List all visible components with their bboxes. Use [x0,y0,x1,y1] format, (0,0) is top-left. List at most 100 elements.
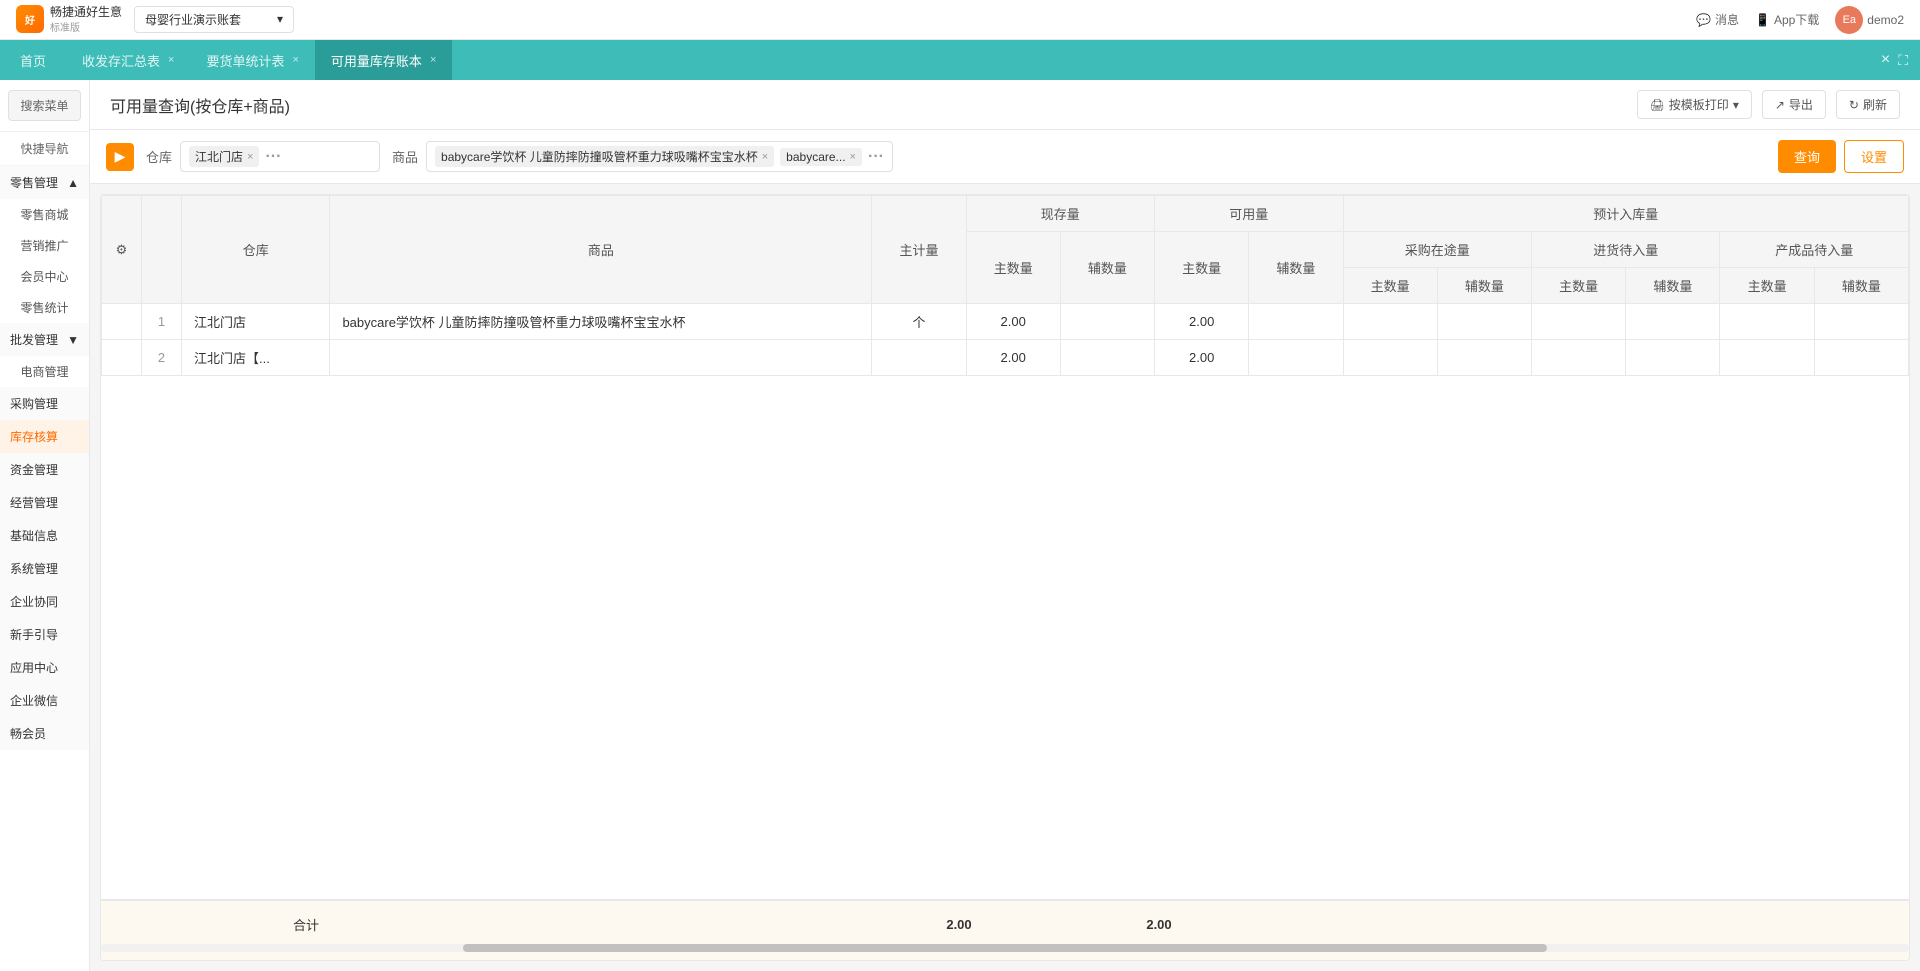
warehouse-input[interactable]: 江北门店 × ··· [180,141,380,172]
th-purchase-in-transit: 采购在途量 [1343,232,1531,268]
cell-gear [102,304,142,340]
filter-bar: ▶ 仓库 江北门店 × ··· 商品 babycare学饮杯 儿童防摔防撞吸管杯… [90,130,1920,184]
product-tag-value: babycare学饮杯 儿童防摔防撞吸管杯重力球吸嘴杯宝宝水杯 [441,148,758,165]
cell-production-aux [1814,304,1908,340]
footer-label: 合计 [281,909,829,940]
sidebar-item-appstore-label: 应用中心 [10,659,58,676]
user-area[interactable]: Ea demo2 [1835,6,1904,34]
sidebar-item-operations[interactable]: 经营管理 [0,486,89,519]
search-menu-btn[interactable]: 搜索菜单 [8,90,81,121]
tenant-select[interactable]: 母婴行业演示账套 ▾ [134,6,294,33]
app-download-btn[interactable]: 📱 App下载 [1755,11,1819,28]
sidebar-item-retail-shop[interactable]: 零售商城 [0,199,89,230]
settings-btn[interactable]: 设置 [1844,140,1904,173]
cell-avail-aux [1249,304,1343,340]
th-incoming-aux: 辅数量 [1626,268,1720,304]
th-current-stock: 现存量 [966,196,1154,232]
sidebar-item-purchase[interactable]: 采购管理 [0,387,89,420]
cell-product: babycare学饮杯 儿童防摔防撞吸管杯重力球吸嘴杯宝宝水杯 [330,304,872,340]
product-filter-group: 商品 babycare学饮杯 儿童防摔防撞吸管杯重力球吸嘴杯宝宝水杯 × bab… [392,141,893,172]
sidebar-item-basic[interactable]: 基础信息 [0,519,89,552]
tab-available-stock-close[interactable]: × [430,54,436,66]
sidebar-item-guide[interactable]: 新手引导 [0,618,89,651]
cell-production-aux [1814,340,1908,376]
avatar: Ea [1835,6,1863,34]
cell-gear [102,340,142,376]
sidebar-item-retail[interactable]: 零售管理 ▲ [0,166,89,199]
th-production-aux: 辅数量 [1814,268,1908,304]
th-avail-main: 主数量 [1155,232,1249,304]
export-btn[interactable]: ↗ 导出 [1762,90,1826,119]
sidebar-item-quick-nav[interactable]: 快捷导航 [0,132,89,166]
sidebar-item-enterprise[interactable]: 企业协同 [0,585,89,618]
tab-order-stats-label: 要货单统计表 [206,51,284,70]
sidebar-item-appstore[interactable]: 应用中心 [0,651,89,684]
sidebar-item-purchase-label: 采购管理 [10,395,58,412]
warehouse-more-btn[interactable]: ··· [265,148,281,166]
chevron-down-icon: ▾ [277,12,283,26]
th-production-pending: 产成品待入量 [1720,232,1909,268]
sidebar-item-member-center[interactable]: 会员中心 [0,261,89,292]
message-btn[interactable]: 💬 消息 [1696,11,1739,28]
warehouse-tag-remove[interactable]: × [247,151,253,163]
table-row: 1 江北门店 babycare学饮杯 儿童防摔防撞吸管杯重力球吸嘴杯宝宝水杯 个… [102,304,1909,340]
refresh-icon: ↻ [1849,98,1859,112]
th-stock-main: 主数量 [966,232,1060,304]
tab-order-stats-close[interactable]: × [292,54,298,66]
sidebar-item-retail-label: 零售管理 [10,174,58,191]
tab-home-label: 首页 [20,51,46,70]
th-row-num [142,196,182,304]
fullscreen-btn[interactable]: ⛶ [1898,52,1908,69]
filter-toggle-btn[interactable]: ▶ [106,143,134,171]
nav-tabs: 首页 收发存汇总表 × 要货单统计表 × 可用量库存账本 × × ⛶ [0,40,1920,80]
cell-avail-aux [1249,340,1343,376]
product-tag: babycare学饮杯 儿童防摔防撞吸管杯重力球吸嘴杯宝宝水杯 × [435,146,774,167]
query-btn[interactable]: 查询 [1778,140,1836,173]
cell-purchase-aux [1437,304,1531,340]
sidebar-item-wholesale[interactable]: 批发管理 ▼ [0,323,89,356]
sidebar-item-operations-label: 经营管理 [10,494,58,511]
sidebar-item-inventory[interactable]: 库存核算 [0,420,89,453]
tab-receipts-label: 收发存汇总表 [82,51,160,70]
sidebar-item-system[interactable]: 系统管理 [0,552,89,585]
download-icon: 📱 [1755,13,1770,27]
product-tag2-remove[interactable]: × [850,151,856,163]
tab-receipts[interactable]: 收发存汇总表 × [66,40,190,80]
refresh-btn[interactable]: ↻ 刷新 [1836,90,1900,119]
table-section: ⚙ 仓库 商品 主计量 现存量 可用量 预计入库量 [100,194,1910,961]
cell-product [330,340,872,376]
sidebar-item-ecommerce[interactable]: 电商管理 [0,356,89,387]
logo-main-text: 畅捷通好生意 [50,5,122,19]
page-actions: 🖨 按模板打印 ▾ ↗ 导出 ↻ 刷新 [1637,90,1900,119]
table-area[interactable]: ⚙ 仓库 商品 主计量 现存量 可用量 预计入库量 [101,195,1909,899]
close-all-btn[interactable]: × [1881,51,1890,69]
settings-icon[interactable]: ⚙ [116,242,128,257]
sidebar-item-marketing[interactable]: 营销推广 [0,230,89,261]
sidebar-item-finance[interactable]: 资金管理 [0,453,89,486]
tab-receipts-close[interactable]: × [168,54,174,66]
sidebar-item-wechat[interactable]: 企业微信 [0,684,89,717]
cell-stock-aux [1060,304,1154,340]
product-tag2: babycare... × [780,148,862,166]
sidebar-item-retail-stats[interactable]: 零售统计 [0,292,89,323]
cell-warehouse: 江北门店 [182,304,330,340]
logo-sub-text: 标准版 [50,19,122,34]
tab-home[interactable]: 首页 [0,40,66,80]
sidebar-item-basic-label: 基础信息 [10,527,58,544]
product-more-btn[interactable]: ··· [868,148,884,166]
th-incoming-main: 主数量 [1531,268,1625,304]
message-icon: 💬 [1696,13,1711,27]
print-btn[interactable]: 🖨 按模板打印 ▾ [1637,90,1752,119]
product-tag-remove[interactable]: × [762,151,768,163]
product-input[interactable]: babycare学饮杯 儿童防摔防撞吸管杯重力球吸嘴杯宝宝水杯 × babyca… [426,141,893,172]
tab-order-stats[interactable]: 要货单统计表 × [190,40,314,80]
print-label: 按模板打印 [1669,96,1729,113]
cell-incoming-aux [1626,304,1720,340]
sidebar-item-system-label: 系统管理 [10,560,58,577]
tab-available-stock-label: 可用量库存账本 [331,51,422,70]
sidebar-item-member[interactable]: 畅会员 [0,717,89,750]
cell-incoming-main [1531,304,1625,340]
tab-available-stock[interactable]: 可用量库存账本 × [315,40,452,80]
sidebar-item-wholesale-label: 批发管理 [10,331,58,348]
refresh-label: 刷新 [1863,96,1887,113]
